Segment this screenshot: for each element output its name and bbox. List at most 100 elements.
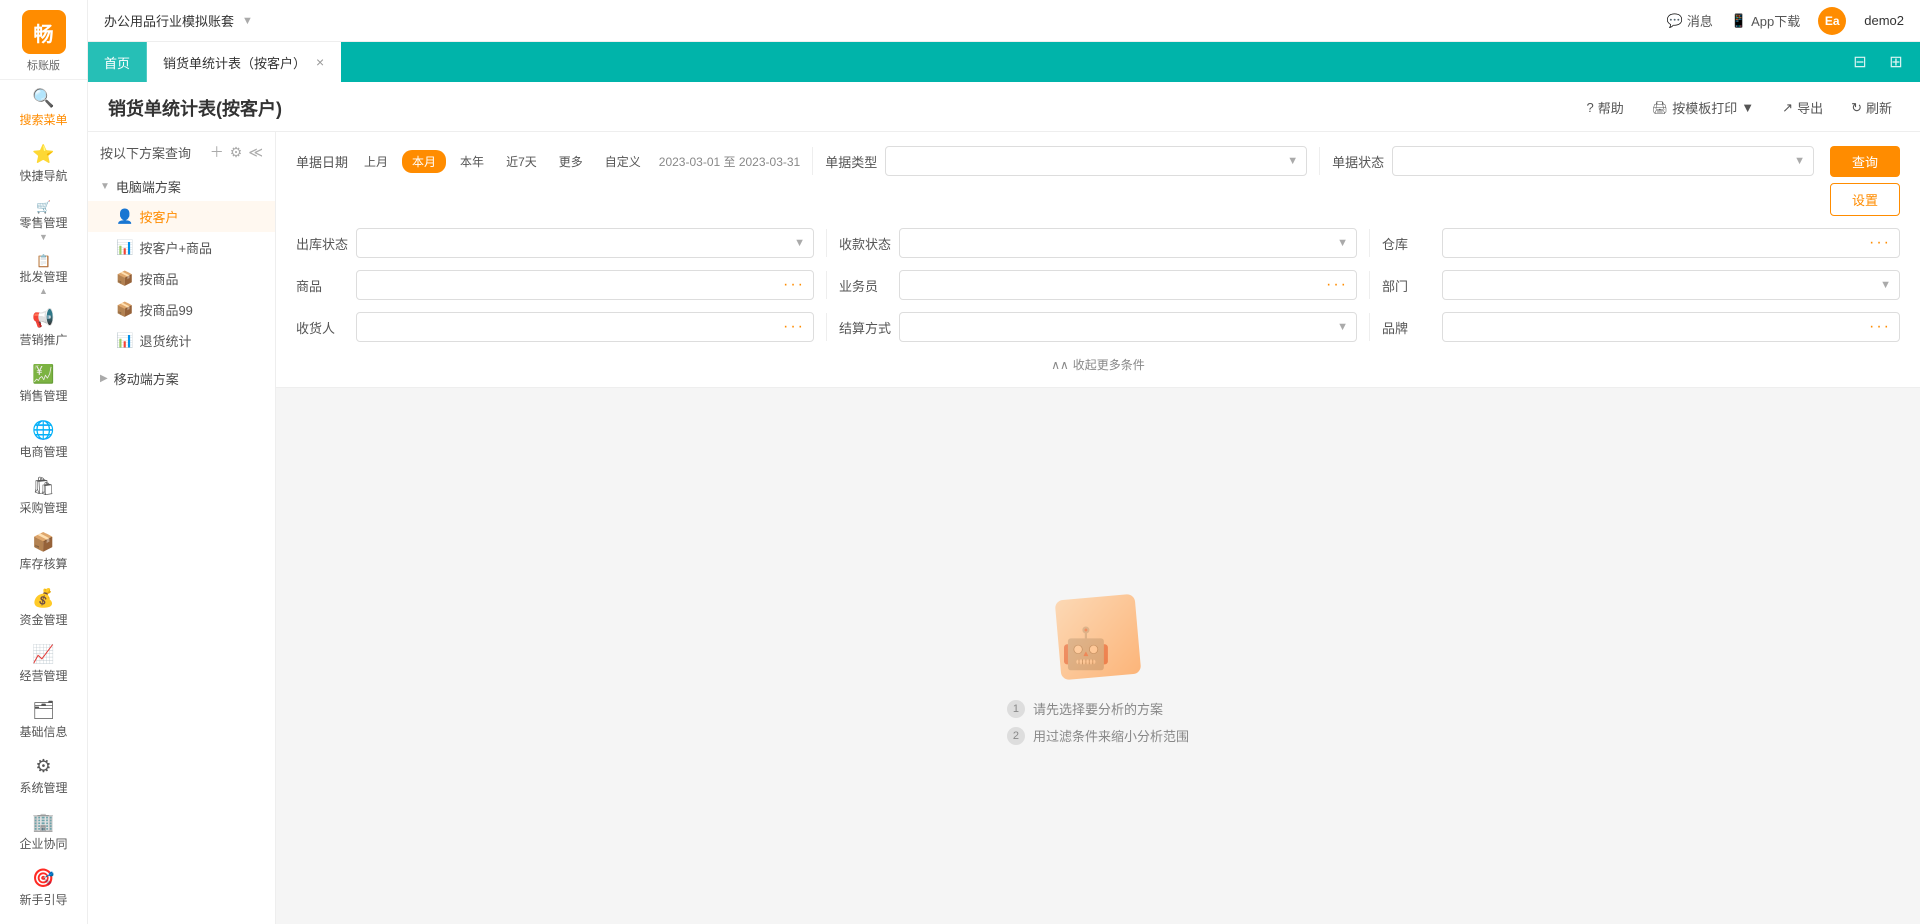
sidebar-item-newbie[interactable]: 🎯 新手引导	[0, 860, 87, 916]
sidebar-item-purchase[interactable]: 🛍 采购管理	[0, 468, 87, 524]
sidebar-item-label: 新手引导	[19, 891, 67, 908]
tab-sales-stats[interactable]: 销货单统计表（按客户） ×	[147, 42, 341, 82]
group-label: 电脑端方案	[116, 177, 181, 196]
empty-box	[1055, 594, 1142, 681]
query-button[interactable]: 查询	[1830, 146, 1900, 177]
minimize-button[interactable]: ⊟	[1846, 48, 1874, 76]
sidebar-item-label: 采购管理	[19, 499, 67, 516]
username: demo2	[1864, 13, 1904, 28]
sidebar-item-ecommerce[interactable]: 🌐 电商管理	[0, 412, 87, 468]
dots-icon: ···	[783, 276, 805, 294]
doc-type-select[interactable]: ▼	[885, 146, 1307, 176]
sidebar-item-wholesale[interactable]: 📋 批发管理 ▲	[0, 246, 87, 300]
collapse-filters-button[interactable]: ∧∧ 收起更多条件	[296, 350, 1900, 379]
marketing-icon: 📢	[32, 308, 54, 329]
scheme-item-by-goods-99[interactable]: 📦 按商品99	[88, 294, 275, 325]
date-btn-last-month[interactable]: 上月	[356, 150, 396, 173]
scheme-item-by-goods[interactable]: 📦 按商品	[88, 263, 275, 294]
sidebar-item-sales[interactable]: 💹 销售管理	[0, 356, 87, 412]
scheme-group-desktop-title[interactable]: ▼ 电脑端方案	[88, 172, 275, 201]
sidebar-item-retail[interactable]: 🛒 零售管理 ▼	[0, 192, 87, 246]
dots-icon: ···	[783, 318, 805, 336]
app-logo[interactable]: 畅 标账版	[0, 0, 87, 80]
empty-tip-2: 2 用过滤条件来缩小分析范围	[1007, 726, 1189, 745]
sidebar-item-label: 经营管理	[19, 667, 67, 684]
chevron-up-icon: ▲	[39, 286, 48, 296]
date-btn-more[interactable]: 更多	[551, 150, 591, 173]
sidebar-item-label: 库存核算	[19, 555, 67, 572]
date-btn-last-7-days[interactable]: 近7天	[498, 150, 545, 173]
sidebar-item-search-menu[interactable]: 🔍 搜索菜单	[0, 80, 87, 136]
refresh-icon: ↻	[1851, 100, 1862, 116]
brand-label: 品牌	[1382, 318, 1434, 337]
consignee-select[interactable]: ···	[356, 312, 814, 342]
warehouse-select[interactable]: ···	[1442, 228, 1900, 258]
customer-goods-icon: 📊	[116, 239, 133, 256]
filter-area: 单据日期 上月 本月 本年 近7天 更多 自定义 2023-03-01 至 20…	[276, 132, 1920, 388]
sidebar-item-finance[interactable]: 💰 资金管理	[0, 580, 87, 636]
print-button[interactable]: 🖨 按模板打印 ▼	[1644, 94, 1762, 121]
sidebar-item-label: 快捷导航	[19, 167, 67, 184]
sidebar-item-app-center[interactable]: 📱 应用中心	[0, 916, 87, 924]
date-btn-this-month[interactable]: 本月	[402, 150, 446, 173]
out-status-select[interactable]: ▼	[356, 228, 814, 258]
empty-state: 🤖 1 请先选择要分析的方案 2 用过滤条件来缩小分析范围	[276, 388, 1920, 924]
close-tab-icon[interactable]: ×	[316, 54, 324, 70]
sidebar-item-label: 基础信息	[19, 723, 67, 740]
export-button[interactable]: ↗ 导出	[1774, 94, 1831, 121]
sidebar-item-system[interactable]: ⚙ 系统管理	[0, 748, 87, 804]
tab-home[interactable]: 首页	[88, 42, 147, 82]
doc-status-select[interactable]: ▼	[1392, 146, 1814, 176]
purchase-icon: 🛍	[32, 476, 55, 497]
maximize-button[interactable]: ⊞	[1882, 48, 1910, 76]
collapse-scheme-icon[interactable]: ≪	[248, 144, 263, 161]
brand-select[interactable]: ···	[1442, 312, 1900, 342]
settings-scheme-icon[interactable]: ⚙	[230, 144, 243, 161]
empty-illustration: 🤖	[1033, 567, 1163, 687]
payment-method-label: 结算方式	[839, 318, 891, 337]
download-button[interactable]: 📱 App下载	[1731, 11, 1800, 30]
filter-results: 单据日期 上月 本月 本年 近7天 更多 自定义 2023-03-01 至 20…	[276, 132, 1920, 924]
customer-icon: 👤	[116, 208, 133, 225]
date-btn-this-year[interactable]: 本年	[452, 150, 492, 173]
scheme-group-mobile-title[interactable]: ▶ 移动端方案	[88, 364, 275, 393]
tip-text-1: 请先选择要分析的方案	[1033, 699, 1163, 718]
chevron-down-icon: ▼	[1287, 155, 1298, 167]
tip-num-2: 2	[1007, 727, 1025, 745]
sidebar-item-marketing[interactable]: 📢 营销推广	[0, 300, 87, 356]
scheme-item-by-customer-goods[interactable]: 📊 按客户+商品	[88, 232, 275, 263]
newbie-icon: 🎯	[32, 868, 54, 889]
department-select[interactable]: ▼	[1442, 270, 1900, 300]
sidebar-item-basics[interactable]: 🗂 基础信息	[0, 692, 87, 748]
salesperson-select[interactable]: ···	[899, 270, 1357, 300]
refresh-button[interactable]: ↻ 刷新	[1843, 94, 1900, 121]
avatar[interactable]: Ea	[1818, 7, 1846, 35]
sidebar-item-quick-nav[interactable]: ⭐ 快捷导航	[0, 136, 87, 192]
message-button[interactable]: 💬 消息	[1667, 11, 1713, 30]
payment-status-select[interactable]: ▼	[899, 228, 1357, 258]
app-name-dropdown[interactable]: ▼	[242, 15, 253, 27]
sidebar-item-label: 营销推广	[19, 331, 67, 348]
tab-bar: 首页 销货单统计表（按客户） × ⊟ ⊞	[88, 42, 1920, 82]
divider	[826, 313, 827, 341]
settings-button[interactable]: 设置	[1830, 183, 1900, 216]
scheme-panel-header: 按以下方案查询 ＋ ⚙ ≪	[88, 132, 275, 168]
sidebar-item-inventory[interactable]: 📦 库存核算	[0, 524, 87, 580]
sidebar-item-label: 搜索菜单	[19, 111, 67, 128]
scheme-item-return-stats[interactable]: 📊 退货统计	[88, 325, 275, 356]
payment-method-select[interactable]: ▼	[899, 312, 1357, 342]
page-title: 销货单统计表(按客户)	[108, 95, 282, 121]
goods-select[interactable]: ···	[356, 270, 814, 300]
page-header: 销货单统计表(按客户) ? 帮助 🖨 按模板打印 ▼ ↗ 导出 ↻ 刷新	[88, 82, 1920, 132]
scheme-item-by-customer[interactable]: 👤 按客户	[88, 201, 275, 232]
chevron-down-icon: ▼	[39, 232, 48, 242]
date-btn-custom[interactable]: 自定义	[597, 150, 649, 173]
sales-icon: 💹	[32, 364, 54, 385]
empty-tips: 1 请先选择要分析的方案 2 用过滤条件来缩小分析范围	[1007, 699, 1189, 745]
sidebar-item-enterprise[interactable]: 🏢 企业协同	[0, 804, 87, 860]
add-scheme-icon[interactable]: ＋	[210, 142, 224, 162]
message-label: 消息	[1687, 11, 1713, 30]
sidebar-item-operations[interactable]: 📈 经营管理	[0, 636, 87, 692]
tip-num-1: 1	[1007, 700, 1025, 718]
help-button[interactable]: ? 帮助	[1579, 94, 1632, 121]
